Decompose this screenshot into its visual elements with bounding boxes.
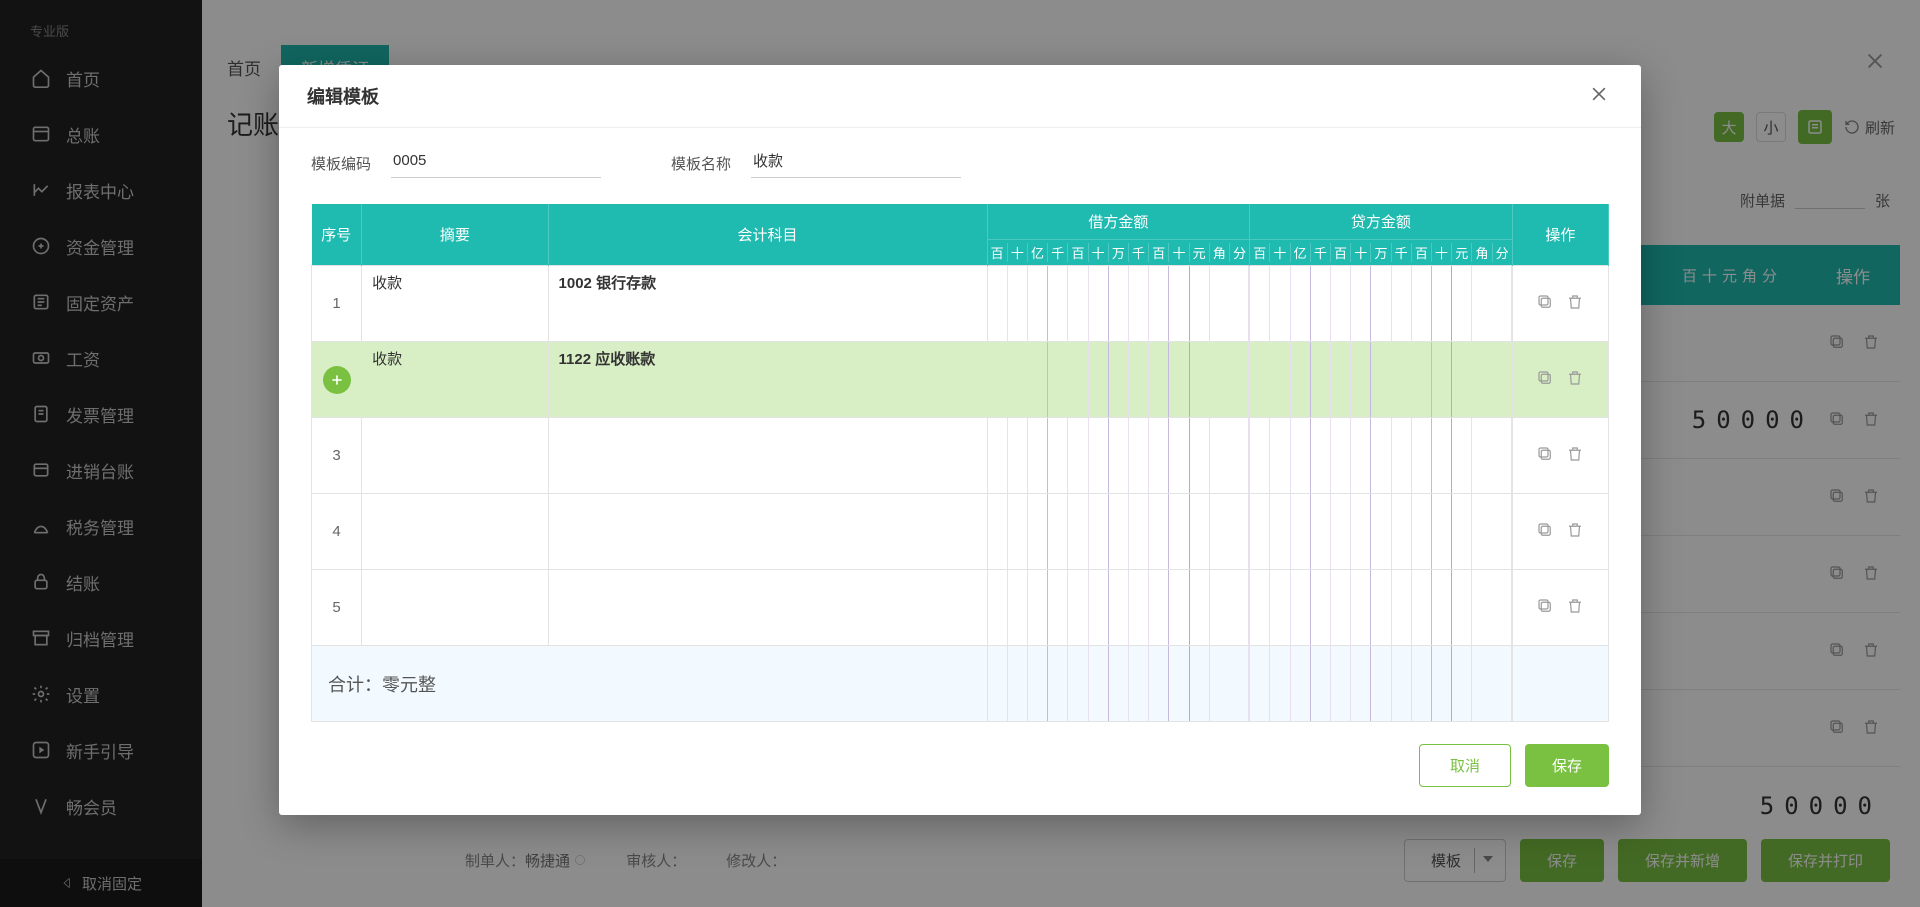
template-row[interactable]: 4 xyxy=(312,494,1609,570)
account-cell[interactable]: 1002 银行存款 xyxy=(548,266,987,342)
template-row[interactable]: 5 xyxy=(312,570,1609,646)
delete-icon[interactable] xyxy=(1565,597,1585,617)
op-cell xyxy=(1512,570,1608,646)
dialog-cancel-button[interactable]: 取消 xyxy=(1419,744,1511,787)
copy-icon[interactable] xyxy=(1535,597,1555,617)
add-row-button[interactable] xyxy=(323,366,351,394)
debit-cell[interactable] xyxy=(987,418,1250,494)
credit-cell[interactable] xyxy=(1250,570,1513,646)
credit-cell[interactable] xyxy=(1250,418,1513,494)
debit-cell[interactable] xyxy=(987,266,1250,342)
th-debit: 借方金额 xyxy=(987,204,1250,240)
account-cell[interactable] xyxy=(548,418,987,494)
seq-cell: 5 xyxy=(312,570,362,646)
abstract-cell[interactable] xyxy=(362,418,548,494)
template-table: 序号 摘要 会计科目 借方金额 贷方金额 操作 百十亿千百十万千百十元角分 百十… xyxy=(311,204,1609,722)
copy-icon[interactable] xyxy=(1535,445,1555,465)
sum-label: 合计：零元整 xyxy=(312,646,988,722)
credit-cell[interactable] xyxy=(1250,342,1513,418)
abstract-cell[interactable]: 收款 xyxy=(362,266,548,342)
th-debit-units: 百十亿千百十万千百十元角分 xyxy=(987,240,1250,266)
sum-op xyxy=(1512,646,1608,722)
th-seq: 序号 xyxy=(312,204,362,266)
dialog-header: 编辑模板 xyxy=(279,65,1641,128)
op-cell xyxy=(1512,418,1608,494)
credit-cell[interactable] xyxy=(1250,266,1513,342)
tpl-code-input[interactable] xyxy=(391,148,601,178)
abstract-cell[interactable] xyxy=(362,570,548,646)
sum-credit xyxy=(1250,646,1513,722)
dialog-title: 编辑模板 xyxy=(307,83,379,109)
seq-cell: 1 xyxy=(312,266,362,342)
abstract-cell[interactable]: 收款 xyxy=(362,342,548,418)
delete-icon[interactable] xyxy=(1565,521,1585,541)
th-op: 操作 xyxy=(1512,204,1608,266)
template-row[interactable]: 3 xyxy=(312,418,1609,494)
abstract-cell[interactable] xyxy=(362,494,548,570)
seq-cell xyxy=(312,342,362,418)
account-cell[interactable] xyxy=(548,570,987,646)
tpl-name-input[interactable] xyxy=(751,148,961,178)
dialog-close-button[interactable] xyxy=(1589,84,1613,108)
tpl-name-label: 模板名称 xyxy=(671,153,731,174)
seq-cell: 4 xyxy=(312,494,362,570)
op-cell xyxy=(1512,342,1608,418)
copy-icon[interactable] xyxy=(1535,369,1555,389)
th-account: 会计科目 xyxy=(548,204,987,266)
template-row[interactable]: 1收款1002 银行存款 xyxy=(312,266,1609,342)
debit-cell[interactable] xyxy=(987,494,1250,570)
delete-icon[interactable] xyxy=(1565,369,1585,389)
modal-overlay: 编辑模板 模板编码 模板名称 xyxy=(0,0,1920,907)
debit-cell[interactable] xyxy=(987,342,1250,418)
th-credit: 贷方金额 xyxy=(1250,204,1513,240)
copy-icon[interactable] xyxy=(1535,293,1555,313)
op-cell xyxy=(1512,266,1608,342)
credit-cell[interactable] xyxy=(1250,494,1513,570)
debit-cell[interactable] xyxy=(987,570,1250,646)
th-credit-units: 百十亿千百十万千百十元角分 xyxy=(1250,240,1513,266)
delete-icon[interactable] xyxy=(1565,293,1585,313)
copy-icon[interactable] xyxy=(1535,521,1555,541)
tpl-code-label: 模板编码 xyxy=(311,153,371,174)
template-row[interactable]: 收款1122 应收账款 xyxy=(312,342,1609,418)
op-cell xyxy=(1512,494,1608,570)
dialog-save-button[interactable]: 保存 xyxy=(1525,744,1609,787)
delete-icon[interactable] xyxy=(1565,445,1585,465)
th-abstract: 摘要 xyxy=(362,204,548,266)
sum-debit xyxy=(987,646,1250,722)
account-cell[interactable]: 1122 应收账款 xyxy=(548,342,987,418)
account-cell[interactable] xyxy=(548,494,987,570)
seq-cell: 3 xyxy=(312,418,362,494)
edit-template-dialog: 编辑模板 模板编码 模板名称 xyxy=(279,65,1641,815)
